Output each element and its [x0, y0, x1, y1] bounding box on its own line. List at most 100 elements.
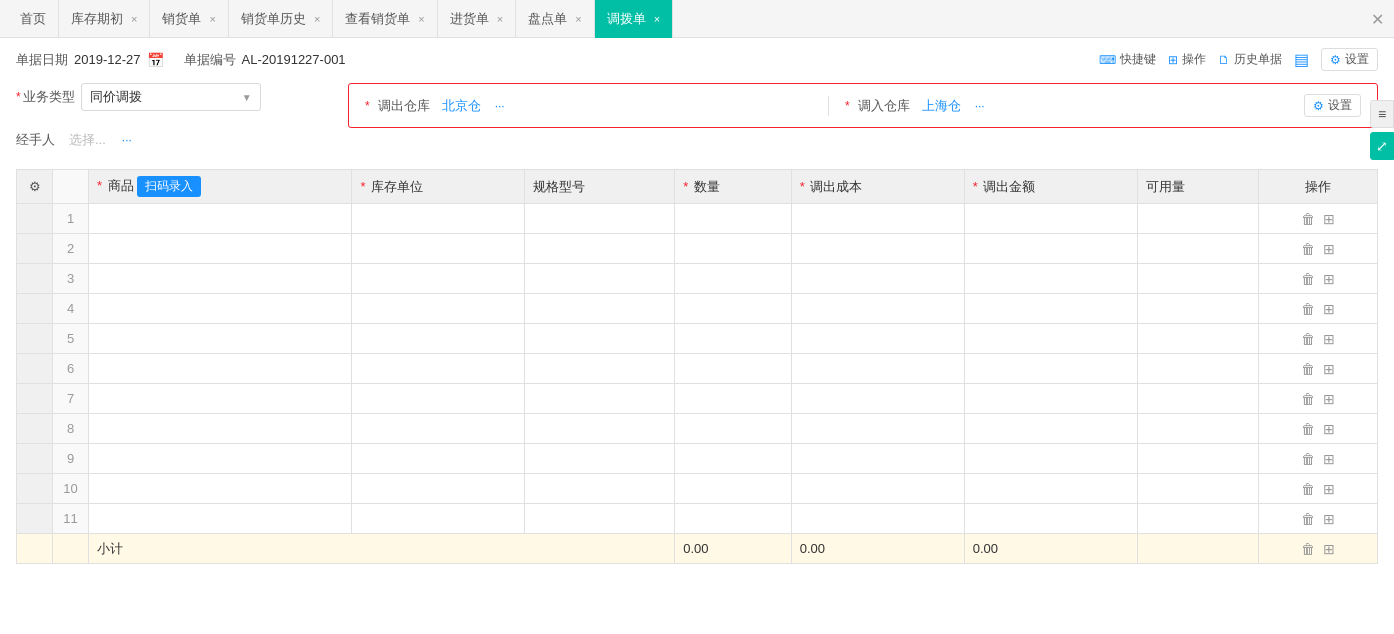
row-qty-3[interactable] — [675, 294, 792, 324]
row-unit-3[interactable] — [352, 294, 525, 324]
business-type-select[interactable]: 同价调拨 ▼ — [81, 83, 261, 111]
subtotal-copy-icon[interactable]: ⊞ — [1323, 541, 1335, 557]
row-unit-10[interactable] — [352, 504, 525, 534]
row-available-0[interactable] — [1137, 204, 1259, 234]
row-spec-5[interactable] — [525, 354, 675, 384]
row-product-9[interactable] — [89, 474, 352, 504]
row-cost-7[interactable] — [791, 414, 964, 444]
row-available-1[interactable] — [1137, 234, 1259, 264]
delete-icon-0[interactable]: 🗑 — [1301, 211, 1315, 227]
tab-sales-history[interactable]: 销货单历史 × — [229, 0, 333, 38]
tab-sales-order[interactable]: 销货单 × — [150, 0, 228, 38]
tab-close-sales-order[interactable]: × — [209, 13, 215, 25]
row-amount-5[interactable] — [964, 354, 1137, 384]
row-unit-8[interactable] — [352, 444, 525, 474]
row-available-2[interactable] — [1137, 264, 1259, 294]
row-amount-0[interactable] — [964, 204, 1137, 234]
delete-icon-8[interactable]: 🗑 — [1301, 451, 1315, 467]
row-amount-2[interactable] — [964, 264, 1137, 294]
delete-icon-10[interactable]: 🗑 — [1301, 511, 1315, 527]
calendar-icon[interactable]: 📅 — [147, 52, 164, 68]
row-amount-3[interactable] — [964, 294, 1137, 324]
copy-icon-6[interactable]: ⊞ — [1323, 391, 1335, 407]
row-unit-4[interactable] — [352, 324, 525, 354]
row-available-4[interactable] — [1137, 324, 1259, 354]
row-unit-9[interactable] — [352, 474, 525, 504]
row-available-6[interactable] — [1137, 384, 1259, 414]
row-cost-10[interactable] — [791, 504, 964, 534]
row-spec-9[interactable] — [525, 474, 675, 504]
row-spec-3[interactable] — [525, 294, 675, 324]
row-cost-0[interactable] — [791, 204, 964, 234]
row-spec-4[interactable] — [525, 324, 675, 354]
row-spec-1[interactable] — [525, 234, 675, 264]
row-qty-0[interactable] — [675, 204, 792, 234]
row-qty-9[interactable] — [675, 474, 792, 504]
row-unit-5[interactable] — [352, 354, 525, 384]
row-product-7[interactable] — [89, 414, 352, 444]
row-available-3[interactable] — [1137, 294, 1259, 324]
delete-icon-5[interactable]: 🗑 — [1301, 361, 1315, 377]
tab-home[interactable]: 首页 — [8, 0, 59, 38]
row-available-9[interactable] — [1137, 474, 1259, 504]
copy-icon-8[interactable]: ⊞ — [1323, 451, 1335, 467]
row-unit-2[interactable] — [352, 264, 525, 294]
sidebar-list-btn[interactable]: ≡ — [1370, 100, 1394, 128]
row-cost-9[interactable] — [791, 474, 964, 504]
copy-icon-10[interactable]: ⊞ — [1323, 511, 1335, 527]
settings-btn[interactable]: ⚙ 设置 — [1321, 48, 1378, 71]
delete-icon-2[interactable]: 🗑 — [1301, 271, 1315, 287]
sidebar-expand-btn[interactable]: ⤢ — [1370, 132, 1394, 160]
tab-close-purchase-order[interactable]: × — [497, 13, 503, 25]
row-qty-10[interactable] — [675, 504, 792, 534]
table-gear-icon[interactable]: ⚙ — [29, 179, 41, 194]
row-product-5[interactable] — [89, 354, 352, 384]
tab-close-sales-history[interactable]: × — [314, 13, 320, 25]
row-amount-9[interactable] — [964, 474, 1137, 504]
tab-inventory-check[interactable]: 盘点单 × — [516, 0, 594, 38]
row-cost-2[interactable] — [791, 264, 964, 294]
row-available-8[interactable] — [1137, 444, 1259, 474]
copy-icon-4[interactable]: ⊞ — [1323, 331, 1335, 347]
tab-bar-close-icon[interactable]: ✕ — [1371, 9, 1384, 28]
row-cost-5[interactable] — [791, 354, 964, 384]
copy-icon-7[interactable]: ⊞ — [1323, 421, 1335, 437]
copy-icon-2[interactable]: ⊞ — [1323, 271, 1335, 287]
row-amount-4[interactable] — [964, 324, 1137, 354]
row-spec-7[interactable] — [525, 414, 675, 444]
delete-icon-3[interactable]: 🗑 — [1301, 301, 1315, 317]
row-amount-7[interactable] — [964, 414, 1137, 444]
copy-icon-5[interactable]: ⊞ — [1323, 361, 1335, 377]
row-amount-1[interactable] — [964, 234, 1137, 264]
delete-icon-7[interactable]: 🗑 — [1301, 421, 1315, 437]
row-unit-6[interactable] — [352, 384, 525, 414]
row-spec-0[interactable] — [525, 204, 675, 234]
row-qty-7[interactable] — [675, 414, 792, 444]
row-qty-1[interactable] — [675, 234, 792, 264]
tab-close-transfer[interactable]: × — [654, 13, 660, 25]
copy-icon-1[interactable]: ⊞ — [1323, 241, 1335, 257]
row-qty-6[interactable] — [675, 384, 792, 414]
row-available-7[interactable] — [1137, 414, 1259, 444]
tab-close-inventory-init[interactable]: × — [131, 13, 137, 25]
delete-icon-9[interactable]: 🗑 — [1301, 481, 1315, 497]
history-btn[interactable]: 🗋 历史单据 — [1218, 51, 1282, 68]
delete-icon-6[interactable]: 🗑 — [1301, 391, 1315, 407]
shortcut-btn[interactable]: ⌨ 快捷键 — [1099, 51, 1156, 68]
row-spec-2[interactable] — [525, 264, 675, 294]
row-unit-1[interactable] — [352, 234, 525, 264]
tab-close-inventory-check[interactable]: × — [575, 13, 581, 25]
row-cost-6[interactable] — [791, 384, 964, 414]
target-warehouse-value[interactable]: 上海仓 — [922, 97, 961, 115]
row-cost-1[interactable] — [791, 234, 964, 264]
tab-purchase-order[interactable]: 进货单 × — [438, 0, 516, 38]
operation-btn[interactable]: ⊞ 操作 — [1168, 51, 1206, 68]
row-product-4[interactable] — [89, 324, 352, 354]
row-spec-8[interactable] — [525, 444, 675, 474]
row-qty-2[interactable] — [675, 264, 792, 294]
row-product-10[interactable] — [89, 504, 352, 534]
row-spec-10[interactable] — [525, 504, 675, 534]
row-product-2[interactable] — [89, 264, 352, 294]
scan-button[interactable]: 扫码录入 — [137, 176, 201, 197]
tab-view-sales[interactable]: 查看销货单 × — [333, 0, 437, 38]
